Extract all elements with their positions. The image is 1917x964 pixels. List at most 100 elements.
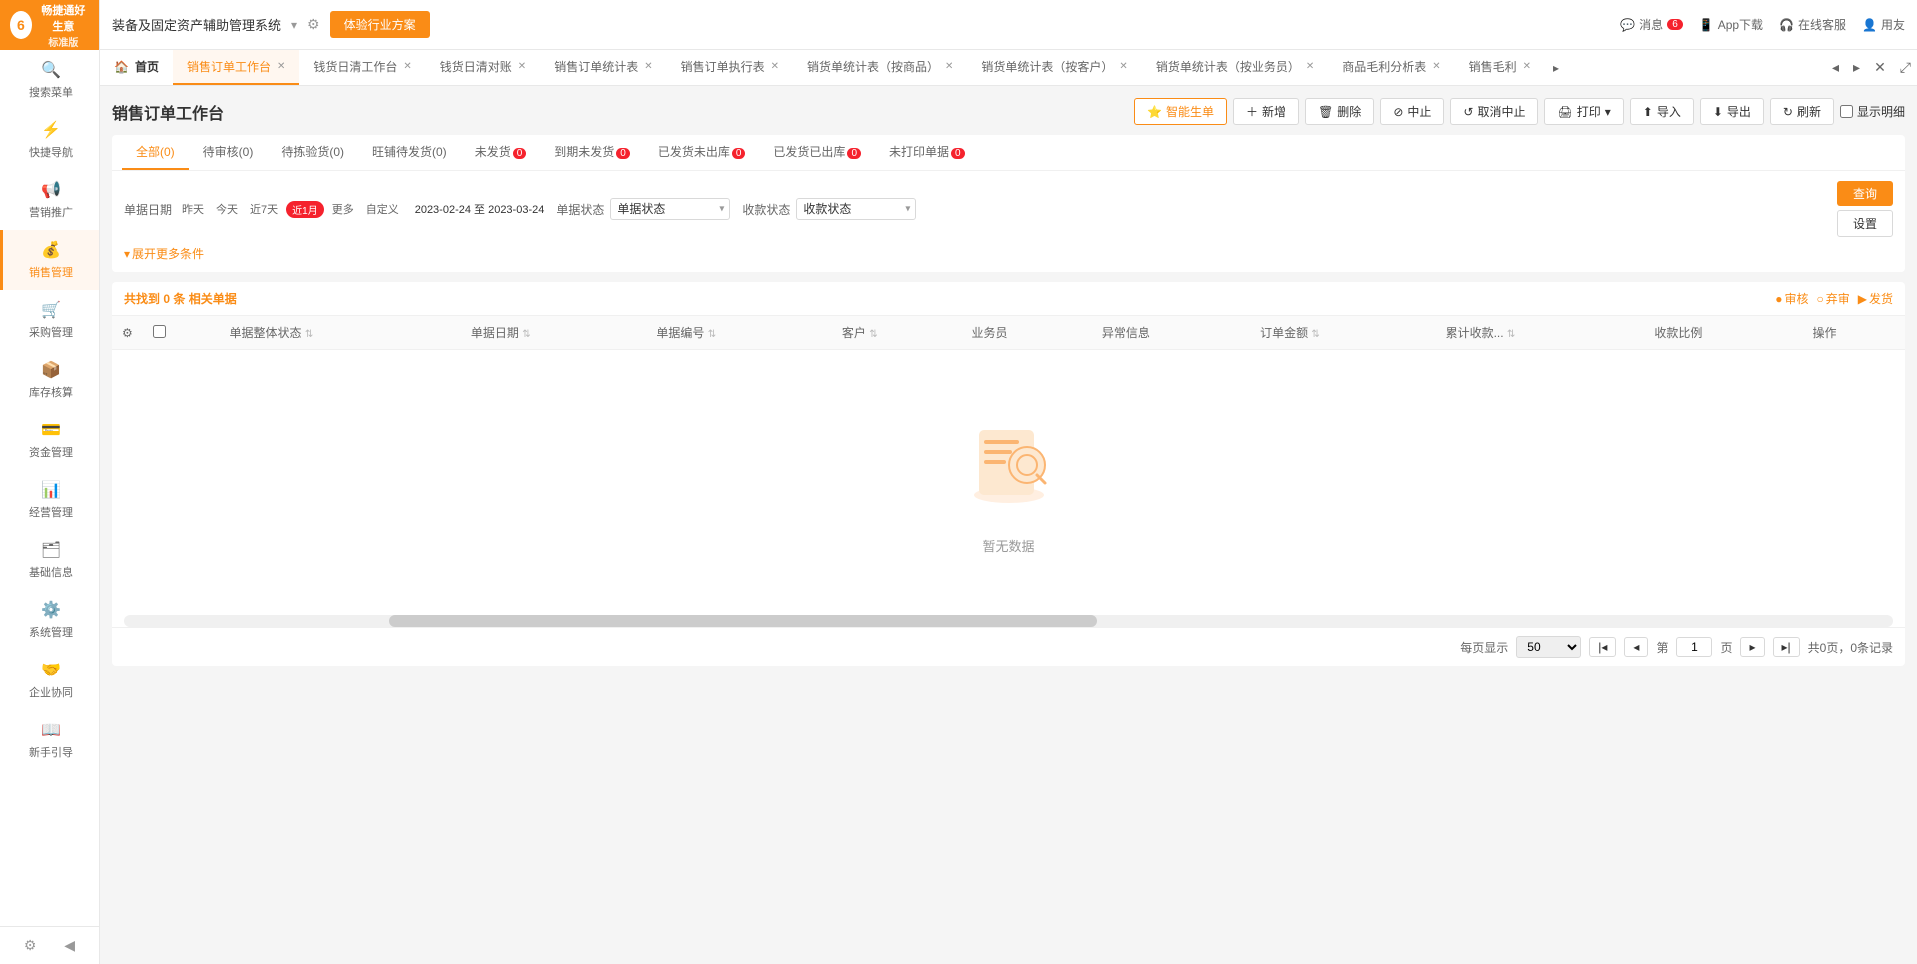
page-number-input[interactable] <box>1676 637 1712 657</box>
filter-tab-pending-review[interactable]: 待审核(0) <box>189 135 268 170</box>
date-custom[interactable]: 自定义 <box>362 199 403 219</box>
sidebar-collapse-btn[interactable]: ◀ <box>64 937 75 954</box>
tabbar-prev-btn[interactable]: ◂ <box>1826 57 1845 78</box>
sidebar-item-system[interactable]: ⚙️ 系统管理 <box>0 590 99 650</box>
next-page-btn[interactable]: ▸ <box>1740 637 1764 657</box>
sort-icon[interactable]: ⇅ <box>522 329 530 340</box>
cancel-review-btn[interactable]: ○ 弃审 <box>1816 290 1849 307</box>
select-all-checkbox[interactable] <box>153 325 166 338</box>
sidebar-item-inventory[interactable]: 📦 库存核算 <box>0 350 99 410</box>
tab-close-icon[interactable]: ✕ <box>771 61 779 72</box>
tab-close-icon[interactable]: ✕ <box>1119 61 1127 72</box>
first-page-btn[interactable]: |◂ <box>1589 637 1616 657</box>
sort-icon[interactable]: ⇅ <box>1311 329 1319 340</box>
ship-action-btn[interactable]: ▶ 发货 <box>1858 290 1893 307</box>
status-select[interactable]: 单据状态 <box>610 198 730 220</box>
tab-home[interactable]: 🏠 首页 <box>100 50 173 85</box>
sort-icon[interactable]: ⇅ <box>305 329 313 340</box>
filter-tab-all[interactable]: 全部(0) <box>122 135 189 170</box>
tab-cash-reconcile[interactable]: 钱货日清对账 ✕ <box>426 50 540 85</box>
topbar-msg[interactable]: 💬 消息 6 <box>1620 16 1683 33</box>
last-page-btn[interactable]: ▸| <box>1773 637 1800 657</box>
sidebar-item-purchase[interactable]: 🛒 采购管理 <box>0 290 99 350</box>
filter-tab-not-printed[interactable]: 未打印单据0 <box>875 135 979 170</box>
payment-select[interactable]: 收款状态 <box>796 198 916 220</box>
tab-sales-summary-staff[interactable]: 销货单统计表（按业务员） ✕ <box>1142 50 1328 85</box>
sidebar-item-marketing[interactable]: 📢 营销推广 <box>0 170 99 230</box>
tab-close-icon[interactable]: ✕ <box>644 61 652 72</box>
show-detail-label[interactable]: 显示明细 <box>1840 103 1905 120</box>
setting-btn[interactable]: 设置 <box>1837 210 1893 237</box>
tab-sales-profit[interactable]: 销售毛利 ✕ <box>1455 50 1545 85</box>
th-settings[interactable]: ⚙ <box>112 316 143 350</box>
date-today[interactable]: 今天 <box>212 199 242 219</box>
date-1month[interactable]: 近1月 <box>286 201 324 218</box>
filter-tab-not-shipped[interactable]: 未发货0 <box>461 135 541 170</box>
tab-sales-exec[interactable]: 销售订单执行表 ✕ <box>667 50 793 85</box>
delete-btn[interactable]: 🗑 删除 <box>1305 98 1374 125</box>
tab-cash-daily[interactable]: 钱货日清工作台 ✕ <box>299 50 425 85</box>
filter-tab-wangpu[interactable]: 旺铺待发货(0) <box>358 135 461 170</box>
query-btn[interactable]: 查询 <box>1837 181 1893 206</box>
tabbar-next-btn[interactable]: ▸ <box>1847 57 1866 78</box>
tab-close-icon[interactable]: ✕ <box>945 61 953 72</box>
tab-close-icon[interactable]: ✕ <box>1306 61 1314 72</box>
tab-sales-summary-customer[interactable]: 销货单统计表（按客户） ✕ <box>967 50 1141 85</box>
tabbar-more-btn[interactable]: ▸ <box>1545 61 1567 75</box>
date-more[interactable]: 更多 <box>328 199 358 219</box>
sort-icon[interactable]: ⇅ <box>1507 329 1515 340</box>
tab-close-icon[interactable]: ✕ <box>277 61 285 72</box>
sidebar-settings-btn[interactable]: ⚙ <box>24 937 37 954</box>
smart-create-btn[interactable]: ⭐ 智能生单 <box>1134 98 1227 125</box>
date-7days[interactable]: 近7天 <box>246 199 282 219</box>
sidebar-item-finance[interactable]: 💳 资金管理 <box>0 410 99 470</box>
refresh-btn[interactable]: ↻ 刷新 <box>1770 98 1834 125</box>
sidebar-item-guide[interactable]: 📖 新手引导 <box>0 710 99 770</box>
print-btn[interactable]: 🖨 打印 ▾ <box>1544 98 1623 125</box>
sort-icon[interactable]: ⇅ <box>708 329 716 340</box>
sidebar-item-quick-nav[interactable]: ⚡ 快捷导航 <box>0 110 99 170</box>
sidebar-item-search[interactable]: 🔍 搜索菜单 <box>0 50 99 110</box>
tab-product-margin[interactable]: 商品毛利分析表 ✕ <box>1328 50 1454 85</box>
per-page-select[interactable]: 50 100 200 <box>1516 636 1581 658</box>
cancel-stop-btn[interactable]: ↺ 取消中止 <box>1450 98 1538 125</box>
tab-sales-summary-product[interactable]: 销货单统计表（按商品） ✕ <box>793 50 967 85</box>
enterprise-icon: 🤝 <box>41 660 61 680</box>
show-detail-checkbox[interactable] <box>1840 105 1853 118</box>
stop-btn[interactable]: ⊘ 中止 <box>1380 98 1444 125</box>
date-yesterday[interactable]: 昨天 <box>178 199 208 219</box>
tab-sales-workbench[interactable]: 销售订单工作台 ✕ <box>173 50 299 85</box>
tab-close-icon[interactable]: ✕ <box>1523 61 1531 72</box>
tabbar-expand-btn[interactable]: ⤢ <box>1894 57 1917 78</box>
sidebar-item-operations[interactable]: 📊 经营管理 <box>0 470 99 530</box>
tab-close-icon[interactable]: ✕ <box>1432 61 1440 72</box>
export-btn[interactable]: ⬇ 导出 <box>1700 98 1764 125</box>
filter-tab-shipped-not-out[interactable]: 已发货未出库0 <box>644 135 760 170</box>
topbar-service[interactable]: 🎧 在线客服 <box>1779 16 1846 33</box>
prev-page-btn[interactable]: ◂ <box>1624 637 1648 657</box>
sort-icon[interactable]: ⇅ <box>869 329 877 340</box>
import-btn[interactable]: ⬆ 导入 <box>1630 98 1694 125</box>
sidebar-item-enterprise[interactable]: 🤝 企业协同 <box>0 650 99 710</box>
scrollbar-thumb[interactable] <box>389 615 1097 627</box>
topbar-gear-icon[interactable]: ⚙ <box>307 16 320 33</box>
topbar-user[interactable]: 👤 用友 <box>1862 16 1905 33</box>
sidebar-item-sales[interactable]: 💰 销售管理 <box>0 230 99 290</box>
expand-conditions-btn[interactable]: ▾ 展开更多条件 <box>124 245 1893 262</box>
th-checkbox-all[interactable] <box>143 316 220 350</box>
empty-illustration <box>112 410 1905 526</box>
filter-tab-pending-inspect[interactable]: 待拣验货(0) <box>267 135 358 170</box>
trial-btn[interactable]: 体验行业方案 <box>330 11 430 38</box>
tab-sales-stats[interactable]: 销售订单统计表 ✕ <box>540 50 666 85</box>
topbar-arrow-icon[interactable]: ▾ <box>291 18 297 32</box>
tabbar-close-btn[interactable]: ✕ <box>1868 57 1892 78</box>
sidebar-item-basic[interactable]: 🗂 基础信息 <box>0 530 99 590</box>
filter-tab-overdue[interactable]: 到期未发货0 <box>540 135 644 170</box>
tab-close-icon[interactable]: ✕ <box>518 61 526 72</box>
table-scrollbar[interactable] <box>124 615 1893 627</box>
tab-close-icon[interactable]: ✕ <box>403 61 411 72</box>
topbar-app[interactable]: 📱 App下载 <box>1699 16 1763 33</box>
add-btn[interactable]: ＋ 新增 <box>1233 98 1299 125</box>
review-action-btn[interactable]: ● 审核 <box>1775 290 1808 307</box>
filter-tab-shipped-out[interactable]: 已发货已出库0 <box>759 135 875 170</box>
